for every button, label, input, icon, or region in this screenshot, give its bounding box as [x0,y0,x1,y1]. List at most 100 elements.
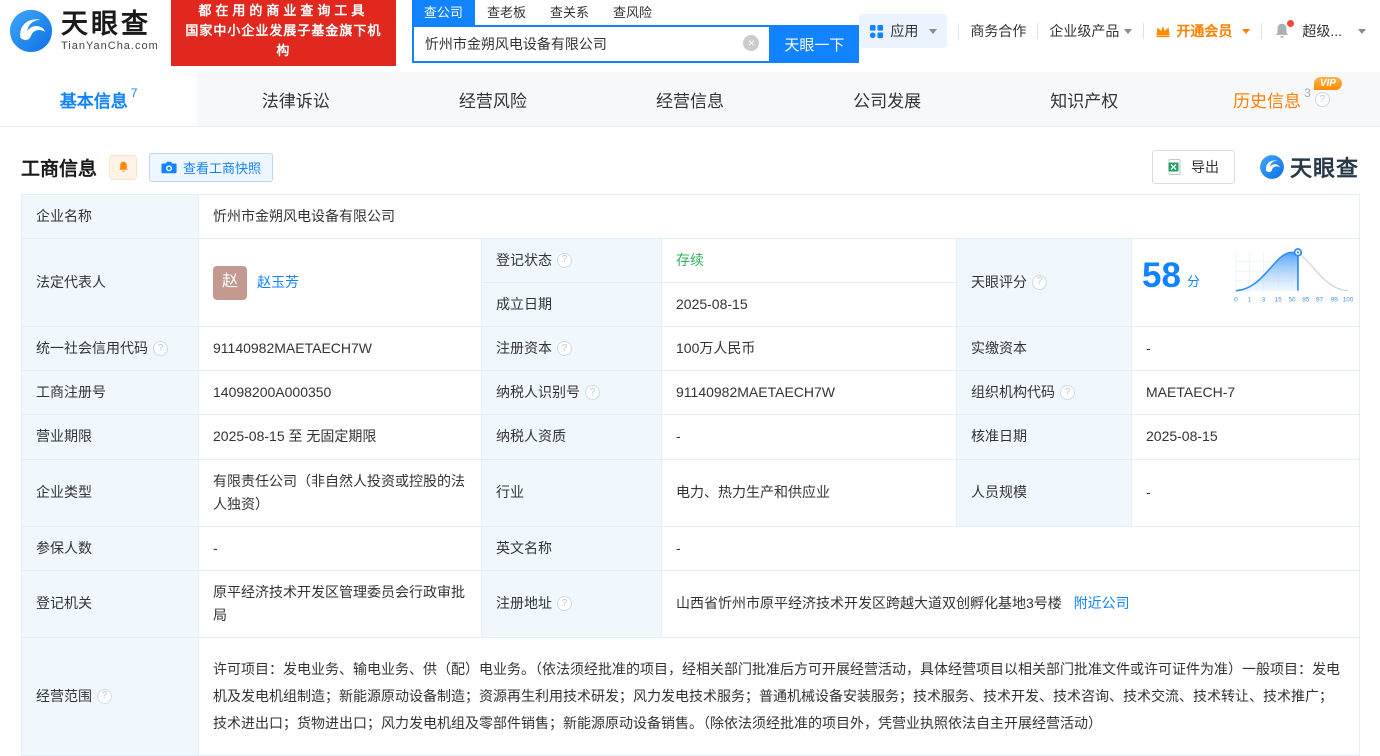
vip-badge: VIP [1314,77,1342,90]
svg-text:97: 97 [1316,297,1324,304]
tab-history-info[interactable]: VIP 历史信息 3 ? [1183,72,1380,126]
tab-label: 经营信息 [656,87,724,112]
snapshot-label: 查看工商快照 [183,158,261,177]
svg-text:99: 99 [1331,297,1339,304]
staff-size-value: - [1132,459,1360,526]
field-label: 营业期限 [22,415,199,459]
tab-label: 历史信息 [1233,87,1301,112]
tab-business-risk[interactable]: 经营风险 [394,72,591,126]
enterprise-products-menu[interactable]: 企业级产品 [1049,21,1132,41]
help-icon[interactable]: ? [557,596,572,611]
field-label: 参保人数 [22,526,199,570]
credit-code-value: 91140982MAETAECH7W [199,327,482,371]
field-label: 统一社会信用代码? [22,327,199,371]
field-label: 天眼评分? [957,239,1132,327]
monitor-bell-button[interactable] [109,155,137,180]
table-row: 经营范围? 许可项目：发电业务、输电业务、供（配）电业务。（依法须经批准的项目，… [22,638,1360,756]
establish-date-value: 2025-08-15 [662,283,956,326]
field-label: 英文名称 [482,526,662,570]
notification-bell[interactable] [1273,22,1291,40]
field-label: 登记机关 [22,570,199,637]
reg-address-text: 山西省忻州市原平经济技术开发区跨越大道双创孵化基地3号楼 [676,595,1062,611]
camera-icon [161,161,177,174]
tab-label: 法律诉讼 [262,87,330,112]
score-value: 58 [1142,258,1181,293]
reg-capital-value: 100万人民币 [662,327,957,371]
search-input[interactable] [412,25,769,63]
svg-text:1: 1 [1248,297,1252,304]
open-vip-menu[interactable]: 开通会员 [1155,21,1250,41]
taxpayer-quality-value: - [662,415,957,459]
tianyancha-logo-icon [8,8,54,54]
tab-label: 基本信息 [60,87,128,112]
top-nav: 应用 商务合作 企业级产品 开通会员 超级... [859,14,1366,48]
search-button[interactable]: 天眼一下 [769,25,859,63]
watermark-logo: 天眼查 [1259,151,1359,183]
user-account-menu[interactable]: 超级... [1302,21,1342,41]
score-axis-labels: 0 1 3 15 50 85 97 99 100 [1234,297,1353,304]
help-icon[interactable]: ? [557,341,572,356]
table-row: 登记机关 原平经济技术开发区管理委员会行政审批局 注册地址? 山西省忻州市原平经… [22,570,1360,637]
search-tab-company[interactable]: 查公司 [412,0,475,25]
table-row: 法定代表人 赵 赵玉芳 登记状态? 存续 成立日期 2025-08-15 天眼评… [22,239,1360,327]
tianyancha-logo[interactable]: 天眼查 TianYanCha.com [8,8,159,54]
company-name-value: 忻州市金朔风电设备有限公司 [199,195,1360,239]
search-tab-risk[interactable]: 查风险 [601,0,664,25]
page-tab-bar: 基本信息 7 法律诉讼 经营风险 经营信息 公司发展 知识产权 VIP 历史信息… [0,72,1380,127]
svg-text:15: 15 [1275,297,1283,304]
tab-legal-proceedings[interactable]: 法律诉讼 [197,72,394,126]
help-icon[interactable]: ? [153,341,168,356]
chevron-down-icon [1358,29,1366,34]
divider [958,23,959,39]
snapshot-button[interactable]: 查看工商快照 [149,153,273,182]
tab-business-info[interactable]: 经营信息 [591,72,788,126]
table-row: 企业名称 忻州市金朔风电设备有限公司 [22,195,1360,239]
tab-basic-info[interactable]: 基本信息 7 [0,72,197,126]
svg-text:0: 0 [1234,297,1238,304]
chevron-down-icon [1242,29,1250,34]
tab-count: 7 [131,86,138,100]
field-label: 人员规模 [957,459,1132,526]
cooperation-link[interactable]: 商务合作 [970,21,1026,41]
notification-dot [1287,20,1294,27]
score-unit: 分 [1187,271,1200,292]
help-icon[interactable]: ? [97,689,112,704]
export-button[interactable]: 导出 [1152,150,1235,184]
field-label: 经营范围? [22,638,199,756]
tianyan-score-cell[interactable]: 58 分 0 1 [1132,239,1360,327]
divider [1143,23,1144,39]
help-icon[interactable]: ? [1315,92,1330,107]
svg-text:100: 100 [1343,297,1353,304]
brand-name: 天眼查 [61,10,159,40]
avatar[interactable]: 赵 [213,266,247,300]
tab-company-development[interactable]: 公司发展 [789,72,986,126]
business-info-table: 企业名称 忻州市金朔风电设备有限公司 法定代表人 赵 赵玉芳 登记状态? 存续 … [21,194,1360,756]
apps-menu[interactable]: 应用 [859,14,947,48]
approval-date-value: 2025-08-15 [1132,415,1360,459]
taxpayer-id-value: 91140982MAETAECH7W [662,371,957,415]
section-title: 工商信息 [21,154,97,181]
help-icon[interactable]: ? [1032,275,1047,290]
field-label: 注册地址? [482,570,662,637]
legal-rep-link[interactable]: 赵玉芳 [257,271,299,294]
english-name-value: - [662,526,1360,570]
divider [1261,23,1262,39]
apps-label: 应用 [890,21,918,41]
tab-intellectual-property[interactable]: 知识产权 [986,72,1183,126]
section-header: 工商信息 查看工商快照 导出 天眼查 [0,150,1380,184]
help-icon[interactable]: ? [585,385,600,400]
chevron-down-icon [929,29,937,34]
nearby-companies-link[interactable]: 附近公司 [1074,595,1130,611]
help-icon[interactable]: ? [557,253,572,268]
crown-icon [1155,24,1171,38]
industry-value: 电力、热力生产和供应业 [662,459,957,526]
help-icon[interactable]: ? [1060,385,1075,400]
field-label: 组织机构代码? [957,371,1132,415]
search-tab-relation[interactable]: 查关系 [538,0,601,25]
svg-text:50: 50 [1289,297,1297,304]
tab-label: 知识产权 [1050,87,1118,112]
table-row: 企业类型 有限责任公司（非自然人投资或控股的法人独资） 行业 电力、热力生产和供… [22,459,1360,526]
bell-icon [117,160,130,174]
svg-text:3: 3 [1262,297,1266,304]
search-tab-boss[interactable]: 查老板 [475,0,538,25]
